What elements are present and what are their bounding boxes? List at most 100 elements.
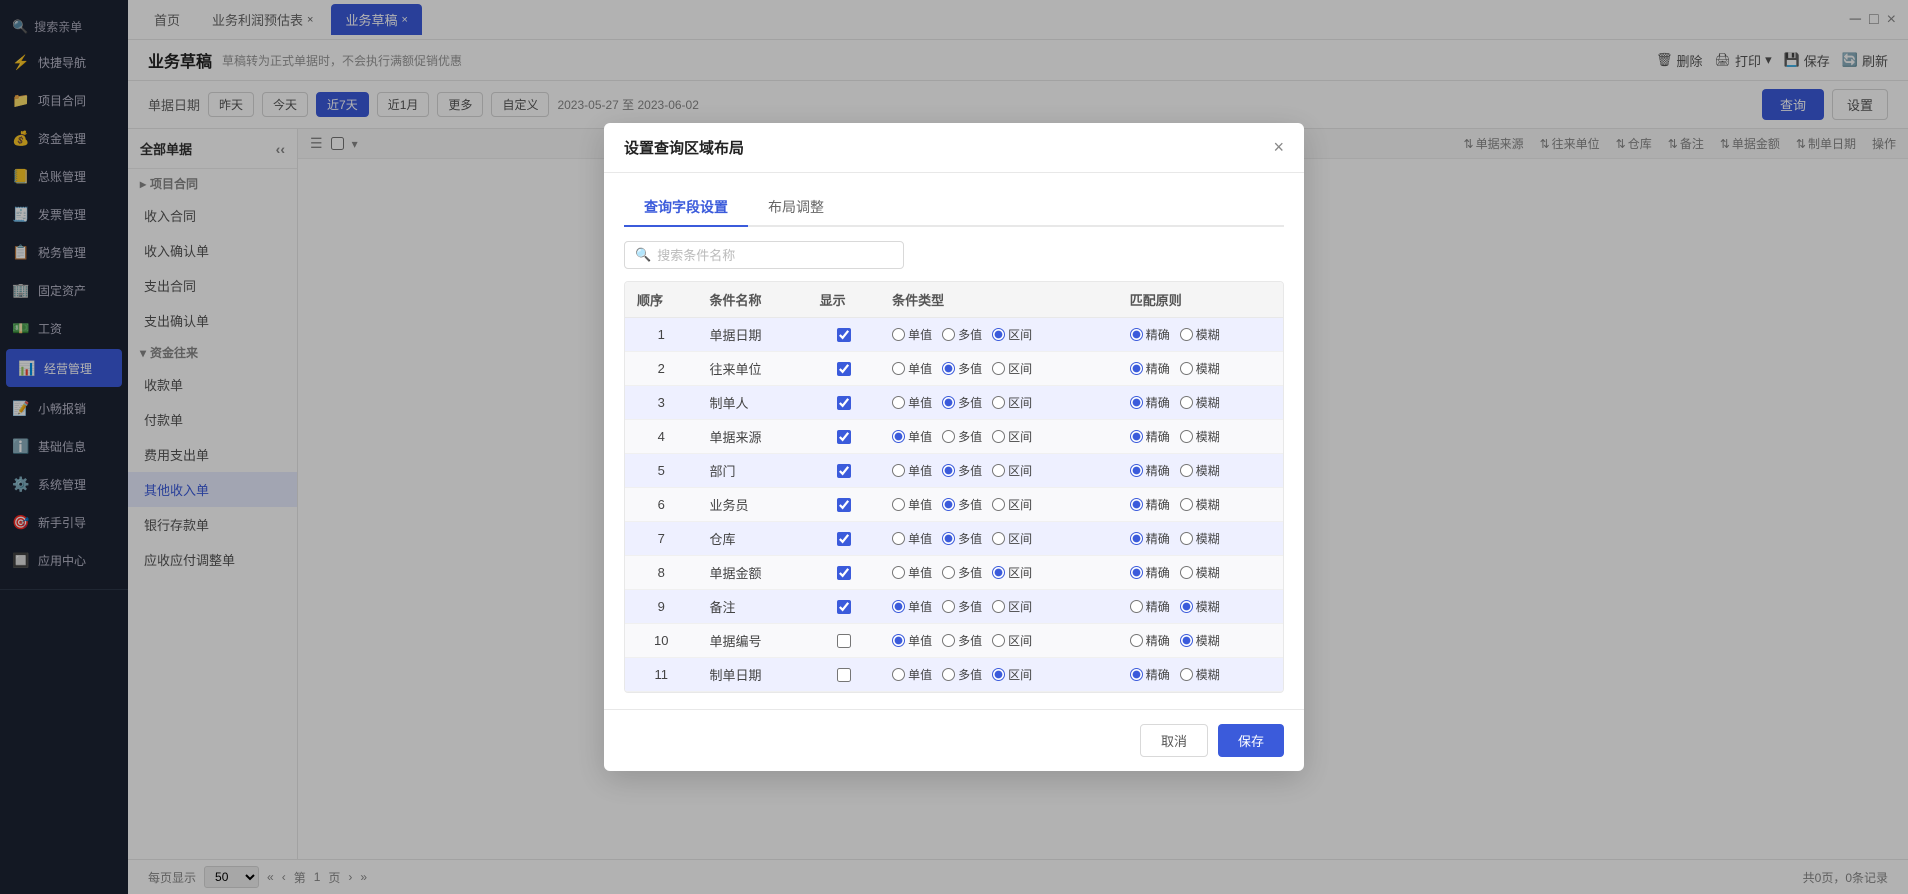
type-multi-9[interactable]: 多值 (942, 632, 982, 649)
type-range-9[interactable]: 区间 (992, 632, 1032, 649)
row-match-6[interactable]: 精确模糊 (1118, 522, 1283, 556)
modal-search-input[interactable] (657, 248, 877, 263)
type-range-10[interactable]: 区间 (992, 666, 1032, 683)
display-checkbox-3[interactable] (837, 430, 851, 444)
row-type-4[interactable]: 单值多值区间 (880, 454, 1118, 488)
row-type-1[interactable]: 单值多值区间 (880, 352, 1118, 386)
row-type-5[interactable]: 单值多值区间 (880, 488, 1118, 522)
row-match-2[interactable]: 精确模糊 (1118, 386, 1283, 420)
match-exact-2[interactable]: 精确 (1130, 394, 1170, 411)
type-range-7[interactable]: 区间 (992, 564, 1032, 581)
type-single-10[interactable]: 单值 (892, 666, 932, 683)
match-exact-9[interactable]: 精确 (1130, 632, 1170, 649)
type-multi-3[interactable]: 多值 (942, 428, 982, 445)
match-fuzzy-4[interactable]: 模糊 (1180, 462, 1220, 479)
type-single-2[interactable]: 单值 (892, 394, 932, 411)
row-match-8[interactable]: 精确模糊 (1118, 590, 1283, 624)
match-fuzzy-1[interactable]: 模糊 (1180, 360, 1220, 377)
match-exact-1[interactable]: 精确 (1130, 360, 1170, 377)
match-fuzzy-7[interactable]: 模糊 (1180, 564, 1220, 581)
match-fuzzy-0[interactable]: 模糊 (1180, 326, 1220, 343)
match-fuzzy-3[interactable]: 模糊 (1180, 428, 1220, 445)
type-single-6[interactable]: 单值 (892, 530, 932, 547)
type-single-1[interactable]: 单值 (892, 360, 932, 377)
display-checkbox-10[interactable] (837, 668, 851, 682)
type-multi-4[interactable]: 多值 (942, 462, 982, 479)
row-display-2[interactable] (808, 386, 880, 420)
type-range-1[interactable]: 区间 (992, 360, 1032, 377)
cancel-button[interactable]: 取消 (1140, 724, 1208, 757)
row-display-1[interactable] (808, 352, 880, 386)
type-range-0[interactable]: 区间 (992, 326, 1032, 343)
match-exact-3[interactable]: 精确 (1130, 428, 1170, 445)
display-checkbox-0[interactable] (837, 328, 851, 342)
type-range-3[interactable]: 区间 (992, 428, 1032, 445)
type-multi-1[interactable]: 多值 (942, 360, 982, 377)
type-multi-6[interactable]: 多值 (942, 530, 982, 547)
match-exact-4[interactable]: 精确 (1130, 462, 1170, 479)
type-range-2[interactable]: 区间 (992, 394, 1032, 411)
type-single-7[interactable]: 单值 (892, 564, 932, 581)
row-display-0[interactable] (808, 318, 880, 352)
type-multi-10[interactable]: 多值 (942, 666, 982, 683)
match-fuzzy-8[interactable]: 模糊 (1180, 598, 1220, 615)
row-type-10[interactable]: 单值多值区间 (880, 658, 1118, 692)
row-display-10[interactable] (808, 658, 880, 692)
type-multi-2[interactable]: 多值 (942, 394, 982, 411)
row-display-9[interactable] (808, 624, 880, 658)
type-range-5[interactable]: 区间 (992, 496, 1032, 513)
row-match-1[interactable]: 精确模糊 (1118, 352, 1283, 386)
row-type-6[interactable]: 单值多值区间 (880, 522, 1118, 556)
display-checkbox-9[interactable] (837, 634, 851, 648)
row-type-2[interactable]: 单值多值区间 (880, 386, 1118, 420)
type-range-4[interactable]: 区间 (992, 462, 1032, 479)
match-fuzzy-9[interactable]: 模糊 (1180, 632, 1220, 649)
row-display-7[interactable] (808, 556, 880, 590)
type-single-3[interactable]: 单值 (892, 428, 932, 445)
type-single-4[interactable]: 单值 (892, 462, 932, 479)
display-checkbox-2[interactable] (837, 396, 851, 410)
type-multi-5[interactable]: 多值 (942, 496, 982, 513)
match-fuzzy-10[interactable]: 模糊 (1180, 666, 1220, 683)
match-fuzzy-5[interactable]: 模糊 (1180, 496, 1220, 513)
modal-close-btn[interactable]: × (1273, 137, 1284, 158)
type-range-6[interactable]: 区间 (992, 530, 1032, 547)
display-checkbox-6[interactable] (837, 532, 851, 546)
type-single-0[interactable]: 单值 (892, 326, 932, 343)
row-type-0[interactable]: 单值多值区间 (880, 318, 1118, 352)
row-type-9[interactable]: 单值多值区间 (880, 624, 1118, 658)
match-fuzzy-2[interactable]: 模糊 (1180, 394, 1220, 411)
row-match-0[interactable]: 精确模糊 (1118, 318, 1283, 352)
type-single-8[interactable]: 单值 (892, 598, 932, 615)
type-range-8[interactable]: 区间 (992, 598, 1032, 615)
row-match-3[interactable]: 精确模糊 (1118, 420, 1283, 454)
row-match-4[interactable]: 精确模糊 (1118, 454, 1283, 488)
type-single-9[interactable]: 单值 (892, 632, 932, 649)
match-exact-5[interactable]: 精确 (1130, 496, 1170, 513)
match-fuzzy-6[interactable]: 模糊 (1180, 530, 1220, 547)
row-type-3[interactable]: 单值多值区间 (880, 420, 1118, 454)
row-type-8[interactable]: 单值多值区间 (880, 590, 1118, 624)
row-display-4[interactable] (808, 454, 880, 488)
row-display-6[interactable] (808, 522, 880, 556)
modal-save-button[interactable]: 保存 (1218, 724, 1284, 757)
row-match-7[interactable]: 精确模糊 (1118, 556, 1283, 590)
display-checkbox-8[interactable] (837, 600, 851, 614)
display-checkbox-7[interactable] (837, 566, 851, 580)
row-display-8[interactable] (808, 590, 880, 624)
row-match-10[interactable]: 精确模糊 (1118, 658, 1283, 692)
display-checkbox-5[interactable] (837, 498, 851, 512)
row-type-7[interactable]: 单值多值区间 (880, 556, 1118, 590)
match-exact-10[interactable]: 精确 (1130, 666, 1170, 683)
row-display-5[interactable] (808, 488, 880, 522)
type-multi-7[interactable]: 多值 (942, 564, 982, 581)
type-multi-8[interactable]: 多值 (942, 598, 982, 615)
match-exact-6[interactable]: 精确 (1130, 530, 1170, 547)
display-checkbox-1[interactable] (837, 362, 851, 376)
type-single-5[interactable]: 单值 (892, 496, 932, 513)
row-match-5[interactable]: 精确模糊 (1118, 488, 1283, 522)
match-exact-7[interactable]: 精确 (1130, 564, 1170, 581)
row-display-3[interactable] (808, 420, 880, 454)
match-exact-8[interactable]: 精确 (1130, 598, 1170, 615)
type-multi-0[interactable]: 多值 (942, 326, 982, 343)
